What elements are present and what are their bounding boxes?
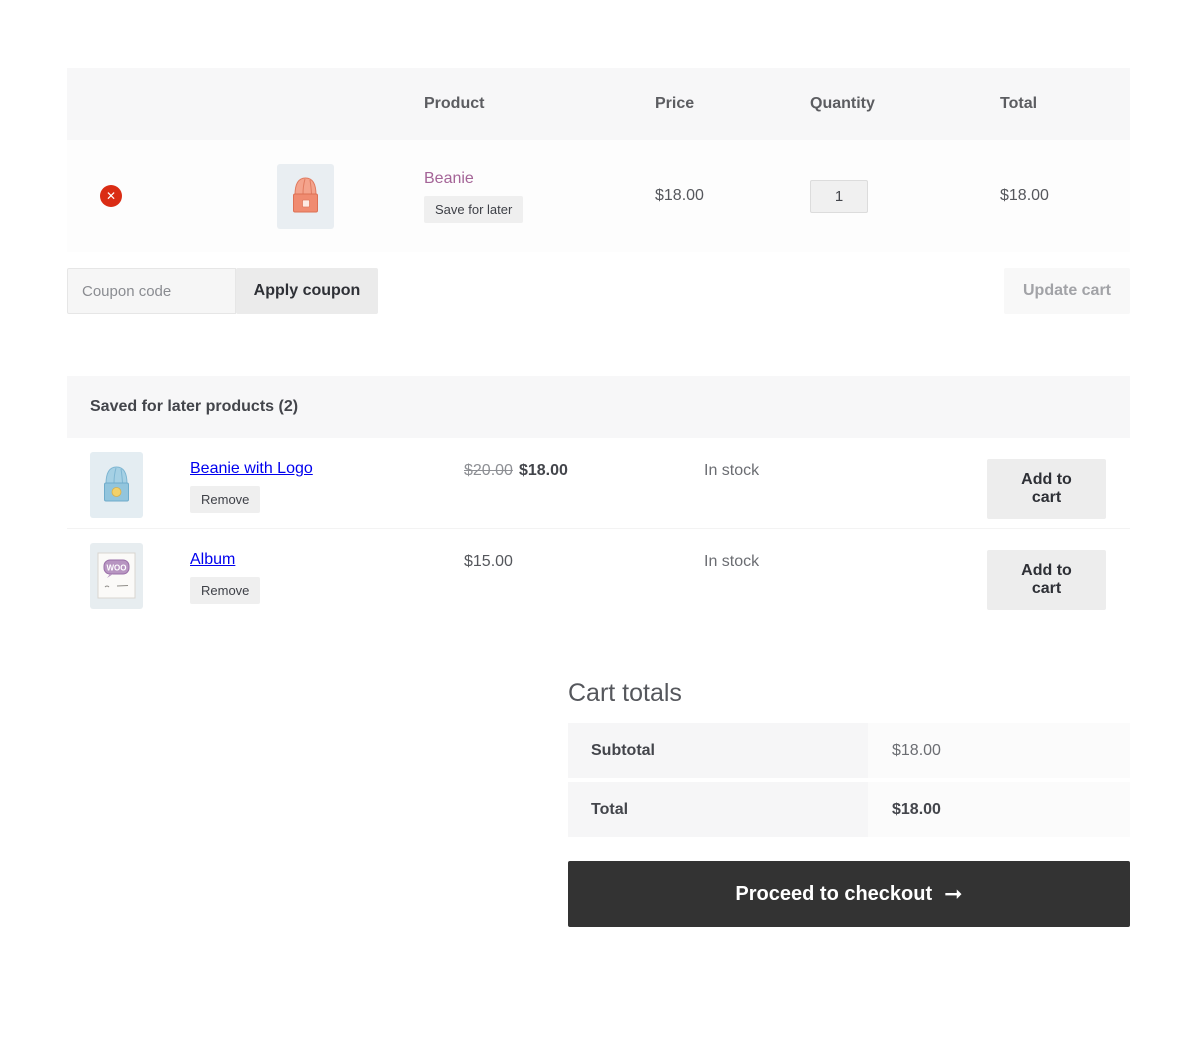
- cart-totals-title: Cart totals: [568, 679, 1130, 708]
- saved-thumb-cell: WOO: [90, 543, 190, 613]
- apply-coupon-button[interactable]: Apply coupon: [236, 268, 378, 314]
- cart-totals-table: Subtotal $18.00 Total $18.00: [568, 723, 1130, 837]
- add-to-cart-cell: Add to cart: [987, 452, 1106, 528]
- subtotal-label: Subtotal: [568, 723, 868, 778]
- svg-text:WOO: WOO: [107, 564, 127, 573]
- quantity-input[interactable]: [810, 180, 868, 213]
- total-value: $18.00: [868, 782, 1130, 837]
- remove-saved-item-button[interactable]: Remove: [190, 577, 260, 604]
- saved-item-row: Beanie with Logo Remove $20.00 $18.00 In …: [67, 438, 1130, 528]
- proceed-to-checkout-button[interactable]: Proceed to checkout ➞: [568, 861, 1130, 927]
- product-thumbnail-beanie[interactable]: [277, 164, 334, 229]
- saved-item-row: WOO Album Remove $15.00 In stock Add to …: [67, 528, 1130, 613]
- product-thumbnail-album[interactable]: WOO: [90, 543, 143, 609]
- header-product: Product: [424, 95, 655, 113]
- product-thumbnail-beanie-with-logo[interactable]: [90, 452, 143, 518]
- sale-price: $18.00: [519, 462, 568, 479]
- cart-table-header: Product Price Quantity Total: [67, 68, 1130, 140]
- item-total: $18.00: [1000, 187, 1130, 205]
- product-link-beanie-with-logo[interactable]: Beanie with Logo: [190, 460, 313, 477]
- saved-for-later-header: Saved for later products (2): [67, 376, 1130, 438]
- header-total: Total: [1000, 95, 1130, 113]
- subtotal-value: $18.00: [868, 723, 1130, 778]
- total-label: Total: [568, 782, 868, 837]
- saved-item-price: $20.00 $18.00: [464, 452, 704, 528]
- cart-page: Product Price Quantity Total ✕ Beanie: [67, 68, 1130, 927]
- saved-for-later-section: Saved for later products (2) Beanie w: [67, 376, 1130, 613]
- saved-for-later-title: Saved for later products (2): [90, 398, 298, 416]
- checkout-label: Proceed to checkout: [735, 883, 932, 906]
- stock-status: In stock: [704, 452, 987, 528]
- cart-totals-section: Cart totals Subtotal $18.00 Total $18.00…: [568, 679, 1130, 927]
- header-price: Price: [655, 95, 810, 113]
- saved-product-cell: Beanie with Logo Remove: [190, 452, 464, 528]
- remove-saved-item-button[interactable]: Remove: [190, 486, 260, 513]
- save-for-later-button[interactable]: Save for later: [424, 196, 523, 223]
- add-to-cart-button-album[interactable]: Add to cart: [987, 550, 1106, 610]
- coupon-code-input[interactable]: [67, 268, 236, 314]
- pink-beanie-image: [277, 164, 334, 229]
- cart-actions-row: Apply coupon Update cart: [67, 268, 1130, 314]
- regular-price: $20.00: [464, 462, 513, 479]
- update-cart-button[interactable]: Update cart: [1004, 268, 1130, 314]
- cart-item-row: ✕ Beanie Save for later $18.00 $18.00: [67, 140, 1130, 252]
- stock-status: In stock: [704, 543, 987, 613]
- item-price: $18.00: [655, 187, 810, 205]
- product-cell: Beanie Save for later: [424, 170, 655, 223]
- saved-product-cell: Album Remove: [190, 543, 464, 613]
- saved-item-price: $15.00: [464, 543, 704, 613]
- blue-beanie-image: [90, 452, 143, 518]
- product-link-beanie[interactable]: Beanie: [424, 170, 474, 187]
- product-link-album[interactable]: Album: [190, 551, 235, 568]
- quantity-cell: [810, 180, 1000, 213]
- saved-thumb-cell: [90, 452, 190, 528]
- right-arrow-icon: ➞: [944, 883, 962, 905]
- thumbnail-cell: [210, 164, 424, 229]
- woo-album-image: WOO: [90, 543, 143, 609]
- add-to-cart-cell: Add to cart: [987, 543, 1106, 613]
- add-to-cart-button-beanie-with-logo[interactable]: Add to cart: [987, 459, 1106, 519]
- remove-cell: ✕: [67, 185, 210, 207]
- remove-item-icon[interactable]: ✕: [100, 185, 122, 207]
- header-quantity: Quantity: [810, 95, 1000, 113]
